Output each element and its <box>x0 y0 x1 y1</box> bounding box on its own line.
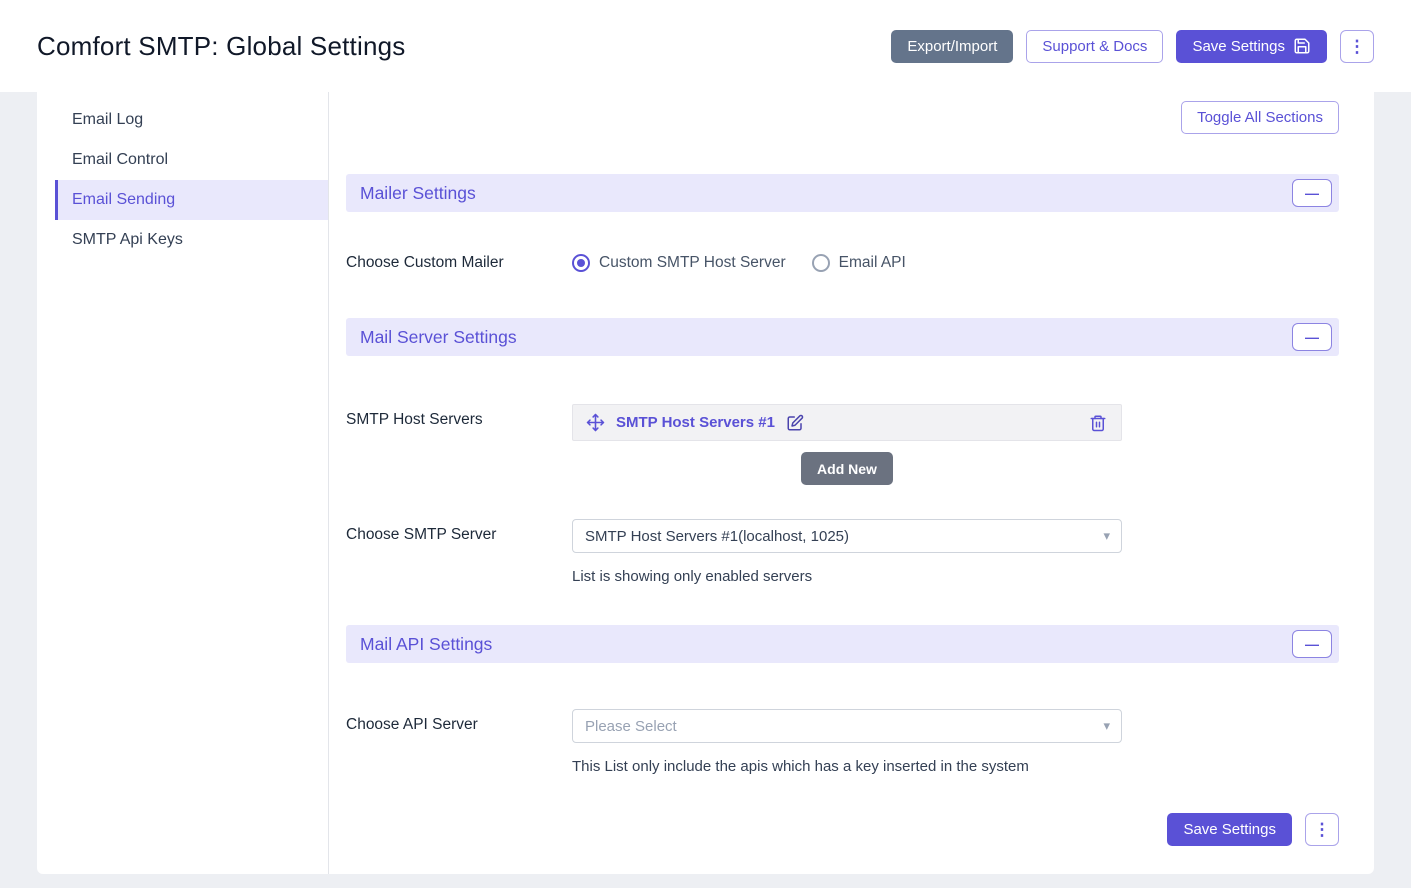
smtp-host-servers-label: SMTP Host Servers <box>346 404 572 429</box>
smtp-host-servers-row: SMTP Host Servers SMTP Host Servers #1 <box>346 404 1339 485</box>
ellipsis-icon: ⋮ <box>1314 821 1331 838</box>
delete-server-icon[interactable] <box>1089 414 1107 432</box>
footer-save-settings-button[interactable]: Save Settings <box>1167 813 1292 846</box>
mail-server-settings-section-header: Mail Server Settings — <box>346 318 1339 356</box>
smtp-server-select-value: SMTP Host Servers #1(localhost, 1025) <box>585 528 849 545</box>
minus-icon: — <box>1305 330 1319 344</box>
save-settings-label: Save Settings <box>1192 38 1285 55</box>
radio-unselected-icon <box>812 254 830 272</box>
mailer-settings-section-header: Mailer Settings — <box>346 174 1339 212</box>
export-import-button[interactable]: Export/Import <box>891 30 1013 63</box>
sidebar-item-email-control[interactable]: Email Control <box>55 140 328 180</box>
header-more-menu-button[interactable]: ⋮ <box>1340 30 1374 63</box>
add-new-wrap: Add New <box>572 452 1122 485</box>
minus-icon: — <box>1305 637 1319 651</box>
radio-email-api-label: Email API <box>839 254 906 272</box>
api-server-help-text: This List only include the apis which ha… <box>572 758 1122 775</box>
choose-smtp-server-label: Choose SMTP Server <box>346 519 572 544</box>
smtp-server-help-text: List is showing only enabled servers <box>572 568 1122 585</box>
radio-selected-icon <box>572 254 590 272</box>
mail-api-settings-section-header: Mail API Settings — <box>346 625 1339 663</box>
edit-icon[interactable] <box>786 414 804 432</box>
radio-custom-smtp-host-server[interactable]: Custom SMTP Host Server <box>572 254 786 272</box>
choose-smtp-server-row: Choose SMTP Server SMTP Host Servers #1(… <box>346 519 1339 585</box>
toggle-all-sections-button[interactable]: Toggle All Sections <box>1181 101 1339 134</box>
choose-custom-mailer-row: Choose Custom Mailer Custom SMTP Host Se… <box>346 254 1339 272</box>
mail-server-settings-title: Mail Server Settings <box>360 327 517 348</box>
smtp-host-server-name: SMTP Host Servers #1 <box>616 414 775 431</box>
sidebar-item-email-sending[interactable]: Email Sending <box>55 180 328 220</box>
page-title: Comfort SMTP: Global Settings <box>37 31 405 62</box>
choose-smtp-server-field: SMTP Host Servers #1(localhost, 1025) ▾ … <box>572 519 1122 585</box>
save-settings-button[interactable]: Save Settings <box>1176 30 1327 63</box>
choose-api-server-label: Choose API Server <box>346 709 572 734</box>
header-actions: Export/Import Support & Docs Save Settin… <box>891 30 1374 63</box>
toggle-all-row: Toggle All Sections <box>346 101 1339 134</box>
ellipsis-icon: ⋮ <box>1349 38 1366 55</box>
mailer-settings-collapse-button[interactable]: — <box>1292 179 1332 207</box>
choose-custom-mailer-label: Choose Custom Mailer <box>346 254 572 272</box>
footer-more-menu-button[interactable]: ⋮ <box>1305 813 1339 846</box>
choose-api-server-row: Choose API Server Please Select ▾ This L… <box>346 709 1339 775</box>
move-handle-icon[interactable] <box>586 413 605 432</box>
choose-api-server-field: Please Select ▾ This List only include t… <box>572 709 1122 775</box>
radio-custom-smtp-label: Custom SMTP Host Server <box>599 254 786 272</box>
add-new-server-button[interactable]: Add New <box>801 452 893 485</box>
mail-api-settings-title: Mail API Settings <box>360 634 492 655</box>
mail-api-settings-collapse-button[interactable]: — <box>1292 630 1332 658</box>
sidebar-item-email-log[interactable]: Email Log <box>55 100 328 140</box>
minus-icon: — <box>1305 186 1319 200</box>
radio-email-api[interactable]: Email API <box>812 254 906 272</box>
custom-mailer-radio-group: Custom SMTP Host Server Email API <box>572 254 906 272</box>
smtp-host-server-item[interactable]: SMTP Host Servers #1 <box>572 404 1122 441</box>
mail-server-settings-collapse-button[interactable]: — <box>1292 323 1332 351</box>
settings-card: Email Log Email Control Email Sending SM… <box>37 92 1374 874</box>
footer-actions: Save Settings ⋮ <box>346 813 1339 846</box>
support-docs-button[interactable]: Support & Docs <box>1026 30 1163 63</box>
settings-content: Toggle All Sections Mailer Settings — Ch… <box>329 92 1374 874</box>
mailer-settings-title: Mailer Settings <box>360 183 476 204</box>
page-header: Comfort SMTP: Global Settings Export/Imp… <box>0 0 1411 92</box>
save-disk-icon <box>1293 37 1311 55</box>
api-server-select-placeholder: Please Select <box>585 718 677 735</box>
settings-sidebar: Email Log Email Control Email Sending SM… <box>37 92 329 874</box>
sidebar-item-smtp-api-keys[interactable]: SMTP Api Keys <box>55 220 328 260</box>
api-server-select[interactable]: Please Select ▾ <box>572 709 1122 743</box>
chevron-down-icon: ▾ <box>1103 718 1110 734</box>
chevron-down-icon: ▾ <box>1103 528 1110 544</box>
smtp-server-select[interactable]: SMTP Host Servers #1(localhost, 1025) ▾ <box>572 519 1122 553</box>
smtp-host-servers-field: SMTP Host Servers #1 <box>572 404 1122 485</box>
